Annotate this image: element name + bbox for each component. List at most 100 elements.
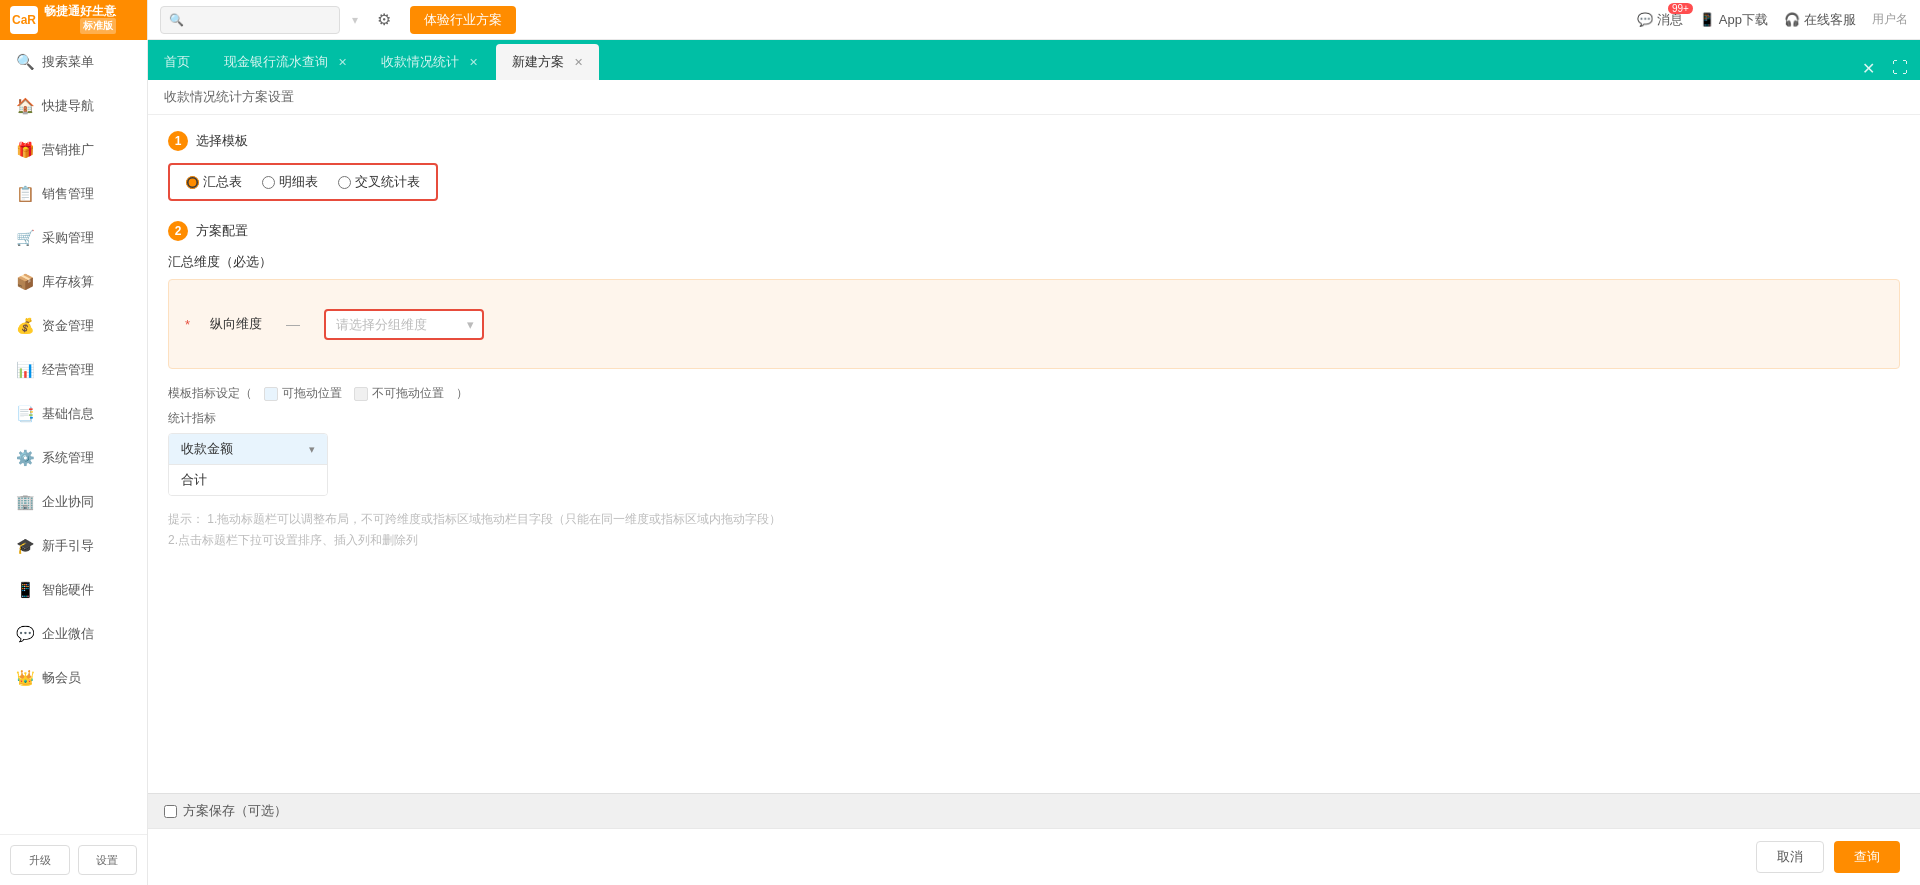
dimension-title: 汇总维度（必选） [168, 253, 1900, 271]
tab-receipts-stat[interactable]: 收款情况统计 ✕ [365, 44, 494, 80]
sidebar-item-operations[interactable]: 📊 经营管理 [0, 348, 147, 392]
indicator-table-cell: 合计 [169, 464, 327, 495]
step2-title: 方案配置 [196, 222, 248, 240]
close-window-btn[interactable]: ✕ [1856, 56, 1880, 80]
quick-nav-icon: 🏠 [16, 97, 34, 115]
dimension-select-wrap: 请选择分组维度 [324, 309, 484, 340]
form-card: 1 选择模板 汇总表 明细表 交叉统计表 [148, 115, 1920, 793]
sidebar-item-label: 库存核算 [42, 273, 94, 291]
sidebar-item-inventory[interactable]: 📦 库存核算 [0, 260, 147, 304]
sidebar-item-label: 畅会员 [42, 669, 81, 687]
sidebar-item-search-menu[interactable]: 🔍 搜索菜单 [0, 40, 147, 84]
draggable-badge: 可拖动位置 [264, 385, 342, 402]
tab-receipts-stat-label: 收款情况统计 [381, 53, 459, 71]
gear-button[interactable]: ⚙ [370, 6, 398, 34]
messages-badge[interactable]: 💬 消息 99+ [1637, 11, 1683, 29]
sales-icon: 📋 [16, 185, 34, 203]
hint-text-2: 2.点击标题栏下拉可设置排序、插入列和删除列 [168, 532, 1900, 549]
sidebar-item-hardware[interactable]: 📱 智能硬件 [0, 568, 147, 612]
indicator-layout: 统计指标 收款金额 ▾ 合计 [168, 410, 1900, 499]
service-link[interactable]: 🎧 在线客服 [1784, 11, 1856, 29]
query-button[interactable]: 查询 [1834, 841, 1900, 873]
hint-text-1: 提示： 1.拖动标题栏可以调整布局，不可跨维度或指标区域拖动栏目字段（只能在同一… [168, 511, 1900, 528]
settings-button[interactable]: 设置 [78, 845, 138, 875]
wechat-icon: 💬 [16, 625, 34, 643]
save-option-label: 方案保存（可选） [183, 802, 287, 820]
indicator-settings-label: 模板指标设定（ [168, 385, 252, 402]
finance-icon: 💰 [16, 317, 34, 335]
message-icon: 💬 [1637, 12, 1653, 27]
step2-header: 2 方案配置 [168, 221, 1900, 241]
radio-summary[interactable]: 汇总表 [186, 173, 242, 191]
tab-home[interactable]: 首页 [148, 44, 206, 80]
download-icon: 📱 [1699, 12, 1715, 27]
tab-bank-flow[interactable]: 现金银行流水查询 ✕ [208, 44, 363, 80]
guide-icon: 🎓 [16, 537, 34, 555]
sidebar-item-label: 系统管理 [42, 449, 94, 467]
upgrade-button[interactable]: 升级 [10, 845, 70, 875]
main-area: 🔍 ▾ ⚙ 体验行业方案 💬 消息 99+ 📱 App下载 🎧 在线客服 用 [148, 0, 1920, 885]
sidebar-item-label: 新手引导 [42, 537, 94, 555]
sidebar-item-label: 企业微信 [42, 625, 94, 643]
sidebar-item-label: 采购管理 [42, 229, 94, 247]
topbar-dropdown[interactable]: ▾ [352, 13, 358, 27]
draggable-box-icon [264, 387, 278, 401]
search-icon: 🔍 [169, 13, 184, 27]
breadcrumb-text: 收款情况统计方案设置 [164, 89, 294, 104]
sidebar-item-system[interactable]: ⚙️ 系统管理 [0, 436, 147, 480]
step1-section: 1 选择模板 汇总表 明细表 交叉统计表 [168, 131, 1900, 201]
step2-num: 2 [168, 221, 188, 241]
radio-detail-input[interactable] [262, 176, 275, 189]
tab-receipts-stat-close[interactable]: ✕ [469, 56, 478, 69]
topbar-right: 💬 消息 99+ 📱 App下载 🎧 在线客服 用户名 [1637, 11, 1908, 29]
system-icon: ⚙️ [16, 449, 34, 467]
download-link[interactable]: 📱 App下载 [1699, 11, 1768, 29]
sidebar: CaR 畅捷通好生意 标准版 🔍 搜索菜单 🏠 快捷导航 🎁 营销推广 📋 销售… [0, 0, 148, 885]
indicator-table: 收款金额 ▾ 合计 [168, 433, 328, 496]
topbar-search-bar[interactable]: 🔍 [160, 6, 340, 34]
radio-cross[interactable]: 交叉统计表 [338, 173, 420, 191]
save-option-bar: 方案保存（可选） [148, 793, 1920, 828]
step1-num: 1 [168, 131, 188, 151]
basic-info-icon: 📑 [16, 405, 34, 423]
tab-new-plan-close[interactable]: ✕ [574, 56, 583, 69]
dimension-row: * 纵向维度 — 请选择分组维度 [185, 309, 484, 340]
save-option[interactable]: 方案保存（可选） [164, 802, 287, 820]
radio-detail[interactable]: 明细表 [262, 173, 318, 191]
sidebar-item-guide[interactable]: 🎓 新手引导 [0, 524, 147, 568]
radio-summary-input[interactable] [186, 176, 199, 189]
indicator-cell-text: 合计 [181, 472, 207, 487]
sidebar-item-enterprise[interactable]: 🏢 企业协同 [0, 480, 147, 524]
sidebar-item-label: 经营管理 [42, 361, 94, 379]
download-label: App下载 [1719, 11, 1768, 29]
cancel-button[interactable]: 取消 [1756, 841, 1824, 873]
sidebar-item-label: 快捷导航 [42, 97, 94, 115]
app-logo: CaR 畅捷通好生意 标准版 [0, 0, 147, 40]
maximize-btn[interactable]: ⛶ [1888, 56, 1912, 80]
sidebar-item-marketing[interactable]: 🎁 营销推广 [0, 128, 147, 172]
sidebar-item-purchase[interactable]: 🛒 采购管理 [0, 216, 147, 260]
sidebar-item-basic-info[interactable]: 📑 基础信息 [0, 392, 147, 436]
tab-bank-flow-close[interactable]: ✕ [338, 56, 347, 69]
sidebar-item-quick-nav[interactable]: 🏠 快捷导航 [0, 84, 147, 128]
industry-btn[interactable]: 体验行业方案 [410, 6, 516, 34]
dimension-area: * 纵向维度 — 请选择分组维度 [168, 279, 1900, 369]
marketing-icon: 🎁 [16, 141, 34, 159]
step2-section: 2 方案配置 汇总维度（必选） * 纵向维度 — [168, 221, 1900, 565]
save-checkbox[interactable] [164, 805, 177, 818]
sidebar-item-finance[interactable]: 💰 资金管理 [0, 304, 147, 348]
sidebar-item-wechat[interactable]: 💬 企业微信 [0, 612, 147, 656]
member-icon: 👑 [16, 669, 34, 687]
indicator-label-row: 模板指标设定（ 可拖动位置 不可拖动位置 ） [168, 385, 1900, 402]
sidebar-item-sales[interactable]: 📋 销售管理 [0, 172, 147, 216]
tabbar: 首页 现金银行流水查询 ✕ 收款情况统计 ✕ 新建方案 ✕ ✕ ⛶ [148, 40, 1920, 80]
non-draggable-label: 不可拖动位置 [372, 385, 444, 402]
sidebar-item-label: 销售管理 [42, 185, 94, 203]
sidebar-item-member[interactable]: 👑 畅会员 [0, 656, 147, 700]
dimension-select[interactable]: 请选择分组维度 [324, 309, 484, 340]
vertical-label: 纵向维度 [210, 315, 262, 333]
indicator-table-header[interactable]: 收款金额 ▾ [169, 434, 327, 464]
radio-cross-input[interactable] [338, 176, 351, 189]
tab-new-plan[interactable]: 新建方案 ✕ [496, 44, 599, 80]
sidebar-item-label: 搜索菜单 [42, 53, 94, 71]
